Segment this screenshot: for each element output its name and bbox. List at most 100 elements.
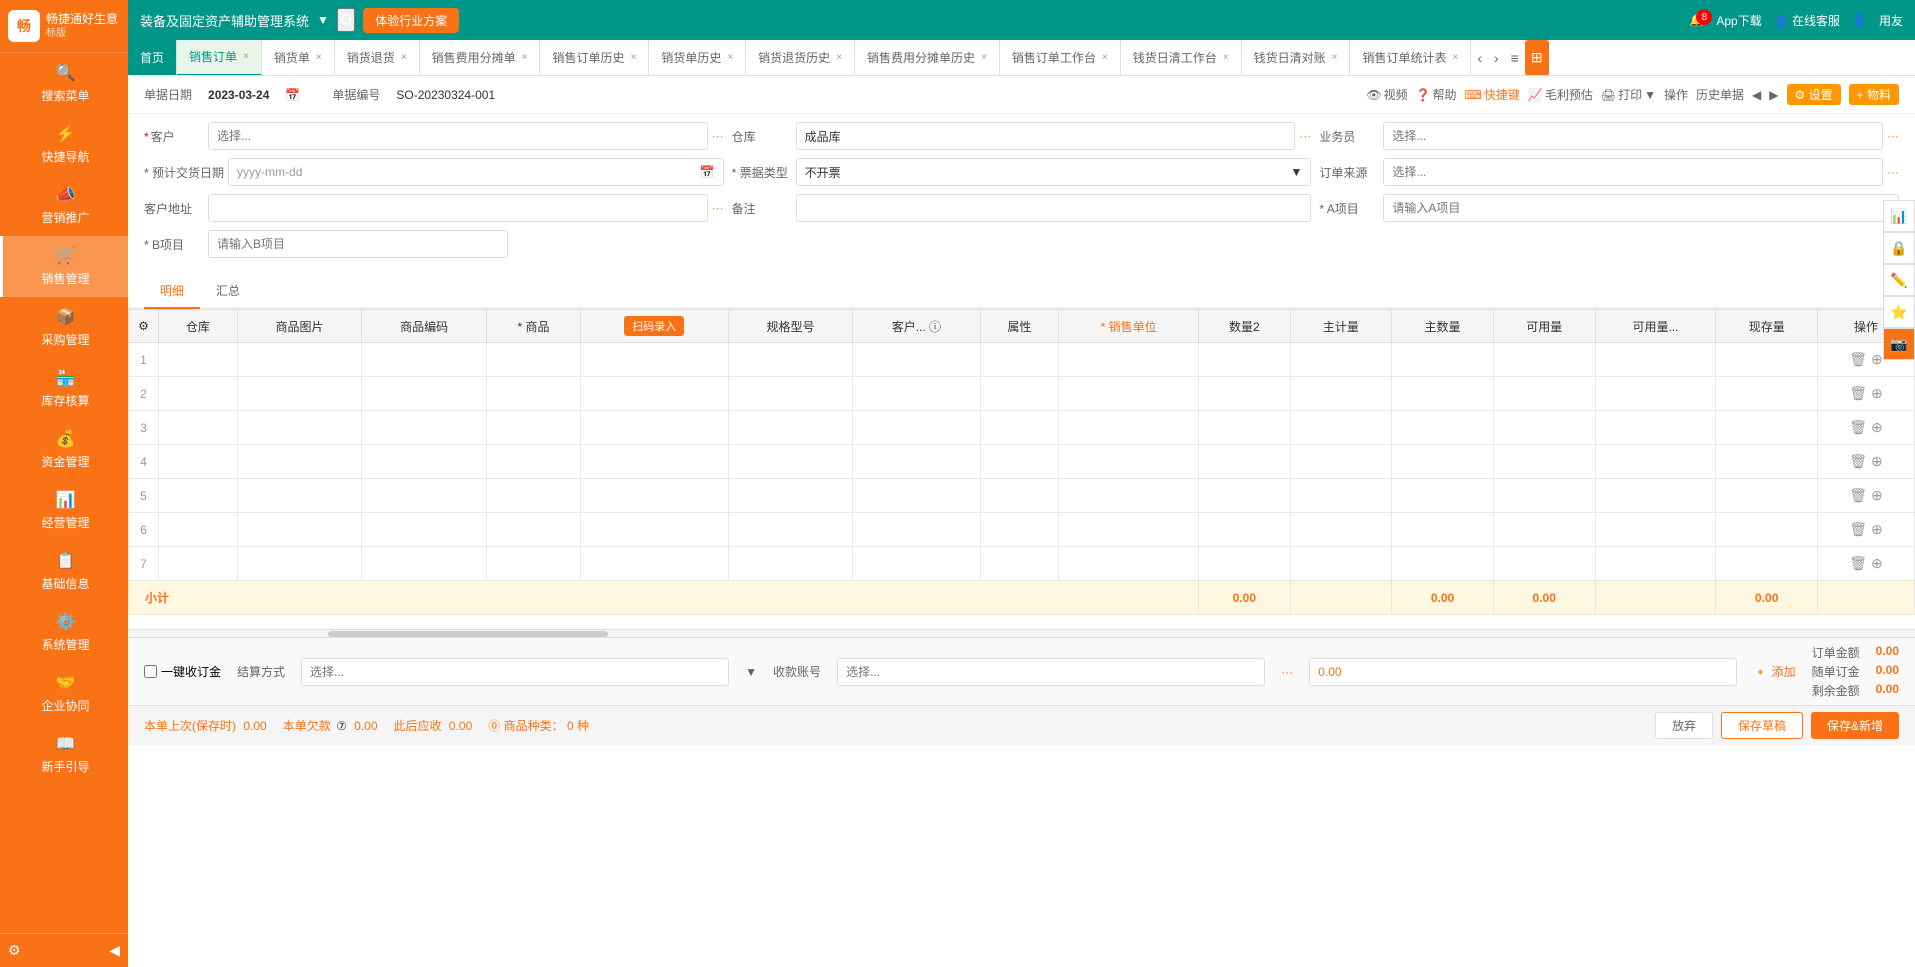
row1-warehouse[interactable] (159, 343, 238, 377)
tab-daily-reconcile-close[interactable]: × (1332, 52, 1338, 63)
row1-attr[interactable] (980, 343, 1059, 377)
remark-input[interactable] (796, 194, 1312, 222)
profit-btn[interactable]: 📈 毛利预估 (1528, 86, 1593, 103)
sidebar-item-marketing[interactable]: 📣 营销推广 (0, 175, 128, 236)
a-project-input[interactable] (1383, 194, 1899, 222)
amount-input[interactable] (1309, 658, 1737, 686)
tab-home[interactable]: 首页 (128, 40, 177, 76)
tab-summary[interactable]: 汇总 (200, 274, 256, 309)
row3-copy-btn[interactable]: ⊕ (1871, 419, 1883, 436)
one-click-checkbox-label[interactable]: 一键收订金 (144, 663, 221, 680)
row7-copy-btn[interactable]: ⊕ (1871, 555, 1883, 572)
add-material-btn[interactable]: + 物料 (1849, 84, 1899, 105)
sidebar-item-inventory[interactable]: 🏪 库存核算 (0, 358, 128, 419)
tab-sales-stats[interactable]: 销售订单统计表 × (1350, 40, 1471, 76)
row1-main-qty[interactable] (1392, 343, 1494, 377)
row6-copy-btn[interactable]: ⊕ (1871, 521, 1883, 538)
system-dropdown-icon[interactable]: ▼ (317, 13, 329, 27)
tab-sales-order[interactable]: 销售订单 × (177, 40, 262, 76)
row2-copy-btn[interactable]: ⊕ (1871, 385, 1883, 402)
horizontal-scrollbar[interactable] (128, 629, 1915, 637)
tab-goods-history-close[interactable]: × (727, 52, 733, 63)
operate-btn[interactable]: 操作 (1664, 86, 1688, 103)
tab-sales-goods-close[interactable]: × (316, 52, 322, 63)
row3-delete-btn[interactable]: 🗑 (1849, 419, 1867, 436)
industry-btn[interactable]: 体验行业方案 (363, 8, 459, 33)
sidebar-item-quick-nav[interactable]: ⚡ 快捷导航 (0, 114, 128, 175)
customer-dots-btn[interactable]: ··· (712, 129, 724, 143)
row1-qty2[interactable] (1199, 343, 1290, 377)
col-settings[interactable]: ⚙ (129, 310, 159, 343)
b-project-input[interactable] (208, 230, 508, 258)
tab-nav-expand[interactable]: ⊞ (1525, 40, 1549, 76)
shortcut-btn[interactable]: ⌨ 快捷键 (1465, 86, 1520, 103)
row4-delete-btn[interactable]: 🗑 (1849, 453, 1867, 470)
tab-nav-more[interactable]: ≡ (1505, 40, 1525, 76)
tab-sales-order-close[interactable]: × (243, 51, 249, 62)
app-download-link[interactable]: App下载 (1716, 12, 1761, 29)
sidebar-item-finance[interactable]: 💰 资金管理 (0, 419, 128, 480)
order-source-input[interactable] (1383, 158, 1883, 186)
tab-daily-workbench[interactable]: 钱货日清工作台 × (1121, 40, 1242, 76)
warehouse-input[interactable] (796, 122, 1296, 150)
tab-sales-return-close[interactable]: × (401, 52, 407, 63)
salesman-input[interactable] (1383, 122, 1883, 150)
nav-next-btn[interactable]: ▶ (1769, 88, 1778, 102)
sidebar-item-guide[interactable]: 📖 新手引导 (0, 724, 128, 785)
account-dots[interactable]: ··· (1281, 665, 1293, 679)
sidebar-item-operations[interactable]: 📊 经营管理 (0, 480, 128, 541)
tab-nav-prev[interactable]: ‹ (1471, 40, 1488, 76)
col-scan[interactable]: 扫码录入 (580, 310, 728, 343)
sidebar-item-sales[interactable]: 🛒 销售管理 (0, 236, 128, 297)
sidebar-settings-btn[interactable]: ⚙ (8, 942, 21, 959)
row1-product[interactable] (486, 343, 580, 377)
address-dots[interactable]: ··· (712, 201, 724, 215)
row1-unit[interactable] (1059, 343, 1199, 377)
tab-nav-next[interactable]: › (1488, 40, 1505, 76)
right-lock-btn[interactable]: 🔒 (1883, 232, 1915, 264)
tab-return-history[interactable]: 销货退货历史 × (746, 40, 855, 76)
row6-delete-btn[interactable]: 🗑 (1849, 521, 1867, 538)
account-input[interactable] (837, 658, 1265, 686)
tab-return-history-close[interactable]: × (836, 52, 842, 63)
tab-sales-workbench[interactable]: 销售订单工作台 × (1000, 40, 1121, 76)
header-settings-btn[interactable]: ⚙ (337, 8, 355, 32)
sidebar-item-system[interactable]: ⚙️ 系统管理 (0, 602, 128, 663)
row1-copy-btn[interactable]: ⊕ (1871, 351, 1883, 368)
row1-code[interactable] (362, 343, 487, 377)
nav-prev-btn[interactable]: ◀ (1752, 88, 1761, 102)
tab-detail[interactable]: 明细 (144, 274, 200, 309)
right-edit-btn[interactable]: ✏️ (1883, 264, 1915, 296)
tab-sales-return[interactable]: 销货退货 × (335, 40, 420, 76)
scrollbar-thumb[interactable] (328, 631, 608, 637)
row1-delete-btn[interactable]: 🗑 (1849, 351, 1867, 368)
row5-copy-btn[interactable]: ⊕ (1871, 487, 1883, 504)
save-new-btn[interactable]: 保存&新增 (1811, 712, 1899, 739)
tab-sales-fee[interactable]: 销售费用分摊单 × (420, 40, 541, 76)
row2-delete-btn[interactable]: 🗑 (1849, 385, 1867, 402)
tab-fee-history[interactable]: 销售费用分摊单历史 × (855, 40, 1000, 76)
right-camera-btn[interactable]: 📷 (1883, 328, 1915, 360)
view-btn[interactable]: 👁 视频 (1366, 86, 1407, 103)
tab-sales-workbench-close[interactable]: × (1102, 52, 1108, 63)
row1-spec[interactable] (728, 343, 853, 377)
tab-sales-order-history-close[interactable]: × (630, 52, 636, 63)
tab-daily-reconcile[interactable]: 钱货日清对账 × (1242, 40, 1351, 76)
invoice-select[interactable]: 不开票 ▼ (796, 158, 1312, 186)
payment-dropdown[interactable]: ▼ (745, 665, 757, 679)
row1-main-unit[interactable] (1290, 343, 1392, 377)
tab-fee-history-close[interactable]: × (981, 52, 987, 63)
online-service-link[interactable]: 👤 在线客服 (1774, 12, 1840, 29)
right-star-btn[interactable]: ⭐ (1883, 296, 1915, 328)
calendar-icon[interactable]: 📅 (285, 88, 300, 102)
warehouse-dots-btn[interactable]: ··· (1299, 129, 1311, 143)
save-draft-btn[interactable]: 保存草稿 (1721, 712, 1803, 739)
one-click-checkbox[interactable] (144, 665, 157, 678)
address-input[interactable] (208, 194, 708, 222)
sidebar-item-purchase[interactable]: 📦 采购管理 (0, 297, 128, 358)
sidebar-item-basic[interactable]: 📋 基础信息 (0, 541, 128, 602)
tab-sales-stats-close[interactable]: × (1452, 52, 1458, 63)
sidebar-item-search[interactable]: 🔍 搜索菜单 (0, 53, 128, 114)
tab-daily-workbench-close[interactable]: × (1223, 52, 1229, 63)
scan-input-btn[interactable]: 扫码录入 (624, 316, 684, 336)
